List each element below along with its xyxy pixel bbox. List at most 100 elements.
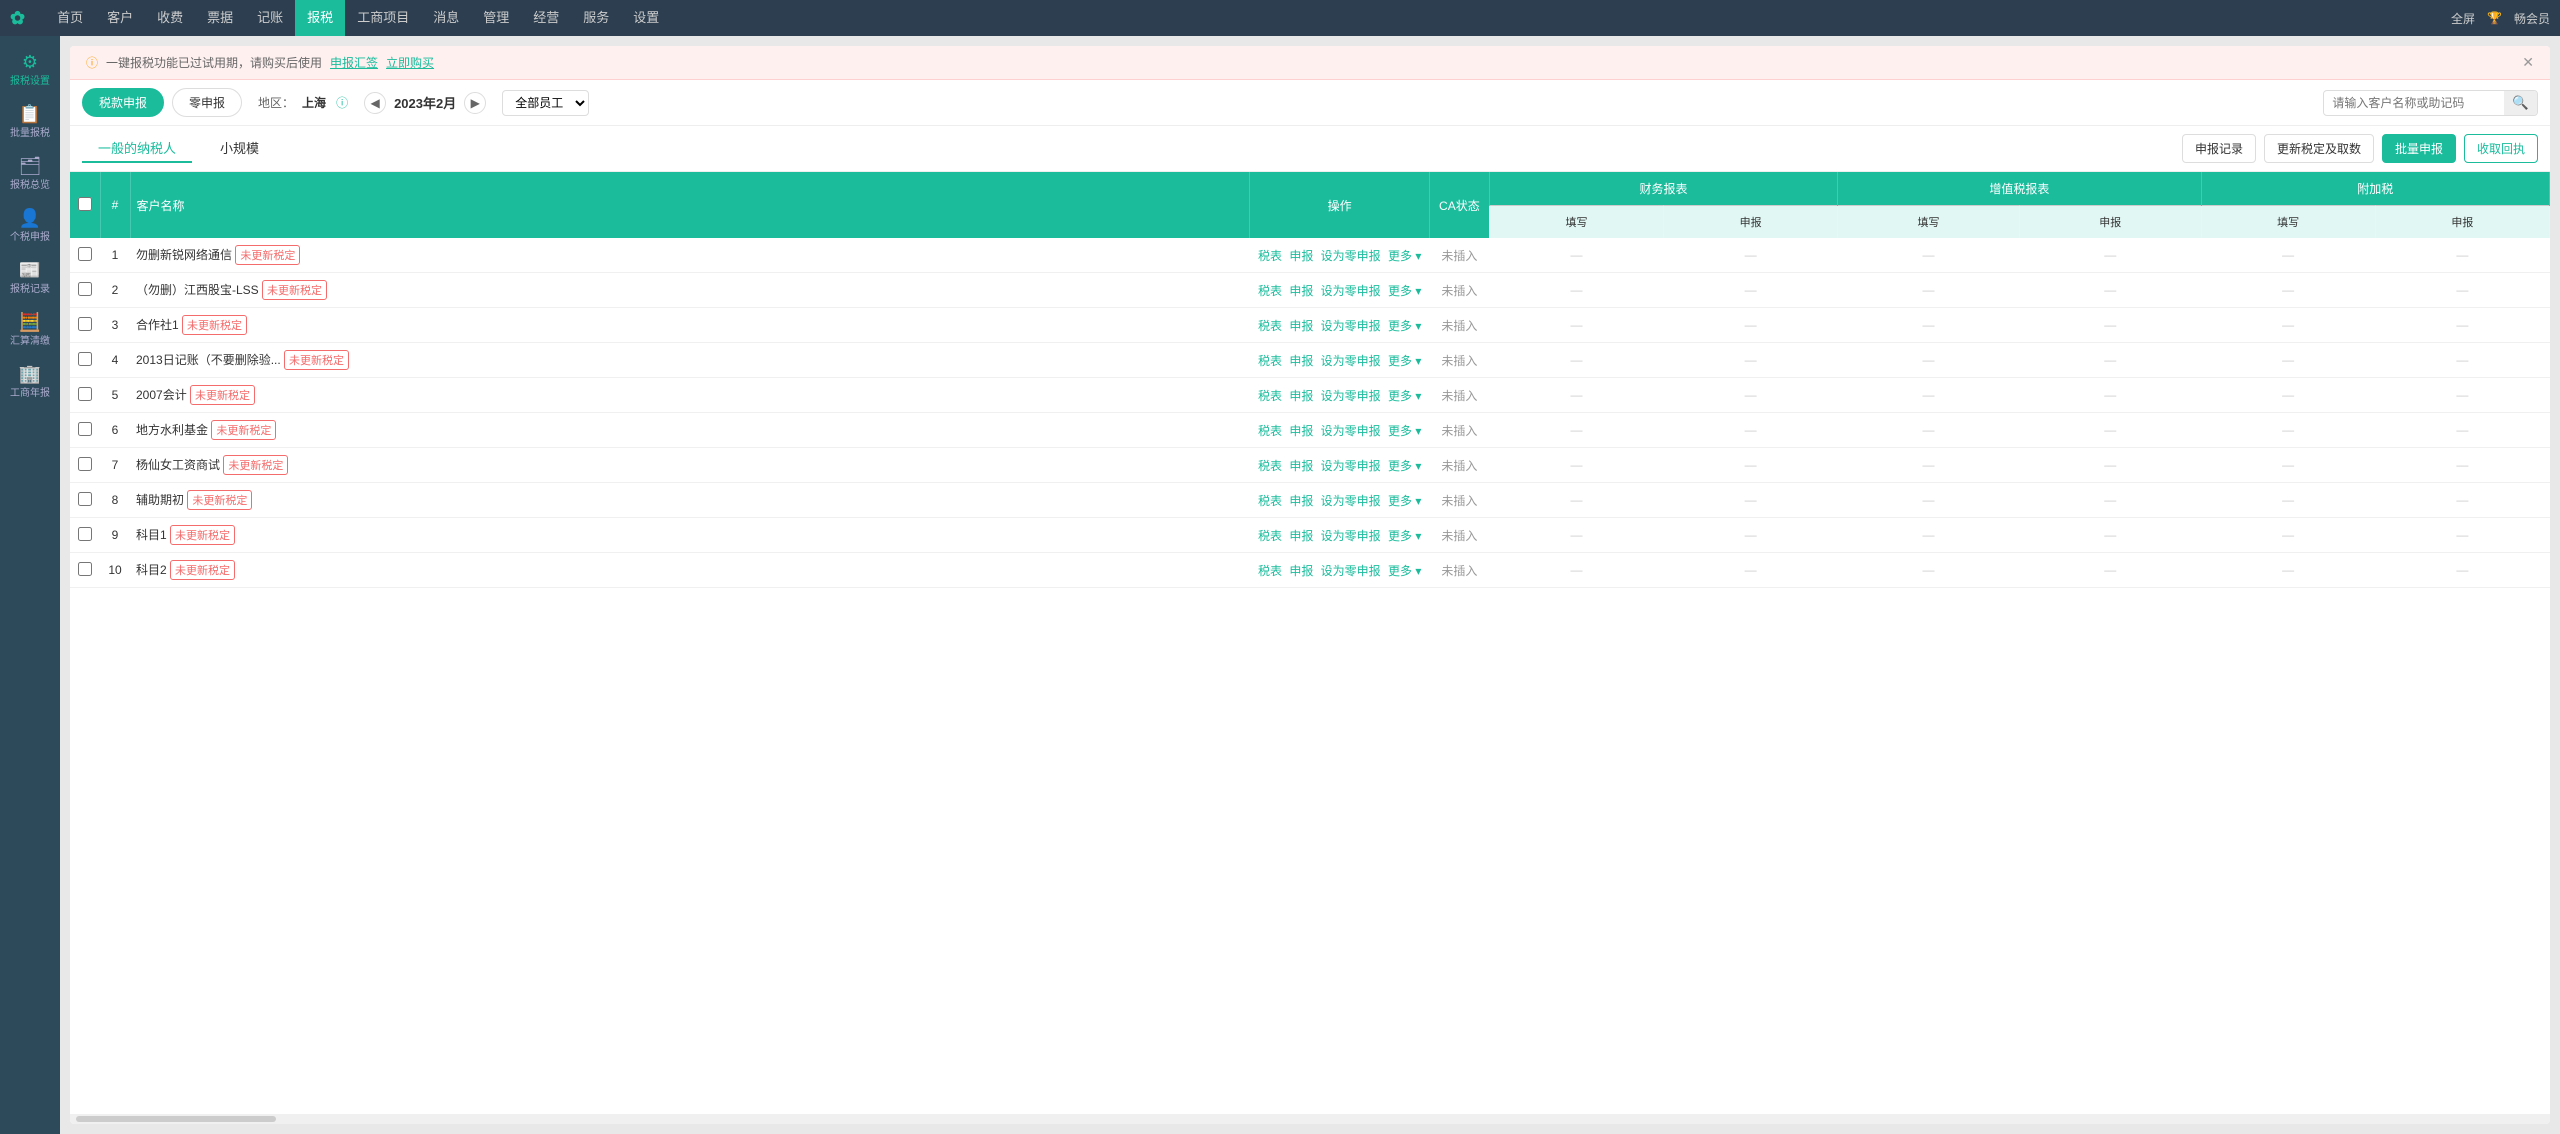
vip-label[interactable]: 畅会员 — [2514, 10, 2550, 27]
op-3[interactable]: 更多 ▾ — [1388, 319, 1421, 333]
nav-operations[interactable]: 经营 — [521, 0, 571, 36]
op-2[interactable]: 设为零申报 — [1321, 249, 1381, 263]
row-checkbox-5[interactable] — [78, 422, 92, 436]
row-checkbox-9[interactable] — [78, 562, 92, 576]
row-checkbox-1[interactable] — [78, 282, 92, 296]
op-3[interactable]: 更多 ▾ — [1388, 529, 1421, 543]
row-checkbox-6[interactable] — [78, 457, 92, 471]
row-checkbox-3[interactable] — [78, 352, 92, 366]
op-1[interactable]: 申报 — [1289, 389, 1313, 403]
nav-billing[interactable]: 收费 — [145, 0, 195, 36]
nav-bookkeeping[interactable]: 记账 — [245, 0, 295, 36]
tag-unset[interactable]: 未更新税定 — [170, 525, 235, 545]
tag-unset[interactable]: 未更新税定 — [235, 245, 300, 265]
sub-tab-general[interactable]: 一般的纳税人 — [82, 134, 192, 163]
op-2[interactable]: 设为零申报 — [1321, 529, 1381, 543]
op-2[interactable]: 设为零申报 — [1321, 319, 1381, 333]
op-1[interactable]: 申报 — [1289, 564, 1313, 578]
sidebar-item-business-report[interactable]: 🏢 工商年报 — [0, 356, 60, 408]
op-0[interactable]: 税表 — [1258, 529, 1282, 543]
op-3[interactable]: 更多 ▾ — [1388, 284, 1421, 298]
op-0[interactable]: 税表 — [1258, 424, 1282, 438]
op-3[interactable]: 更多 ▾ — [1388, 459, 1421, 473]
op-0[interactable]: 税表 — [1258, 249, 1282, 263]
prev-period-btn[interactable]: ◀ — [364, 92, 386, 114]
horizontal-scrollbar[interactable] — [70, 1114, 2550, 1124]
row-checkbox-2[interactable] — [78, 317, 92, 331]
tab-tax-declaration[interactable]: 税款申报 — [82, 88, 164, 117]
tag-unset[interactable]: 未更新税定 — [284, 350, 349, 370]
op-1[interactable]: 申报 — [1289, 459, 1313, 473]
op-1[interactable]: 申报 — [1289, 424, 1313, 438]
nav-tax[interactable]: 报税 — [295, 0, 345, 36]
op-0[interactable]: 税表 — [1258, 354, 1282, 368]
row-checkbox-8[interactable] — [78, 527, 92, 541]
nav-business[interactable]: 工商项目 — [345, 0, 421, 36]
op-1[interactable]: 申报 — [1289, 249, 1313, 263]
row-checkbox-0[interactable] — [78, 247, 92, 261]
op-3[interactable]: 更多 ▾ — [1388, 249, 1421, 263]
op-2[interactable]: 设为零申报 — [1321, 389, 1381, 403]
op-1[interactable]: 申报 — [1289, 284, 1313, 298]
op-2[interactable]: 设为零申报 — [1321, 494, 1381, 508]
scroll-thumb[interactable] — [76, 1116, 276, 1122]
info-icon[interactable]: ⓘ — [336, 94, 348, 111]
sub-tab-small[interactable]: 小规模 — [204, 134, 275, 163]
op-2[interactable]: 设为零申报 — [1321, 354, 1381, 368]
banner-close-btn[interactable]: ✕ — [2522, 54, 2534, 71]
nav-customer[interactable]: 客户 — [95, 0, 145, 36]
tag-unset[interactable]: 未更新税定 — [182, 315, 247, 335]
op-1[interactable]: 申报 — [1289, 319, 1313, 333]
nav-message[interactable]: 消息 — [421, 0, 471, 36]
op-2[interactable]: 设为零申报 — [1321, 424, 1381, 438]
search-button[interactable]: 🔍 — [2504, 91, 2537, 115]
nav-invoice[interactable]: 票据 — [195, 0, 245, 36]
op-1[interactable]: 申报 — [1289, 494, 1313, 508]
sidebar-item-calc-clear[interactable]: 🧮 汇算清缴 — [0, 304, 60, 356]
apply-records-btn[interactable]: 申报记录 — [2182, 134, 2256, 163]
banner-link-apply[interactable]: 申报汇签 — [330, 54, 378, 71]
vip-btn[interactable]: 🏆 — [2487, 11, 2502, 25]
tag-unset[interactable]: 未更新税定 — [190, 385, 255, 405]
sidebar-item-tax-settings[interactable]: ⚙ 报税设置 — [0, 44, 60, 96]
op-0[interactable]: 税表 — [1258, 564, 1282, 578]
op-3[interactable]: 更多 ▾ — [1388, 564, 1421, 578]
tab-zero-declaration[interactable]: 零申报 — [172, 88, 242, 117]
op-0[interactable]: 税表 — [1258, 319, 1282, 333]
banner-link-buy[interactable]: 立即购买 — [386, 54, 434, 71]
sidebar-item-tax-overview[interactable]: 🗂 报税总览 — [0, 148, 60, 200]
op-3[interactable]: 更多 ▾ — [1388, 494, 1421, 508]
sidebar-item-personal-tax[interactable]: 👤 个税申报 — [0, 200, 60, 252]
op-2[interactable]: 设为零申报 — [1321, 459, 1381, 473]
search-input[interactable] — [2324, 92, 2504, 114]
collect-return-btn[interactable]: 收取回执 — [2464, 134, 2538, 163]
next-period-btn[interactable]: ▶ — [464, 92, 486, 114]
update-quota-btn[interactable]: 更新税定及取数 — [2264, 134, 2374, 163]
op-2[interactable]: 设为零申报 — [1321, 284, 1381, 298]
tag-unset[interactable]: 未更新税定 — [262, 280, 327, 300]
tag-unset[interactable]: 未更新税定 — [223, 455, 288, 475]
sidebar-item-tax-records[interactable]: 📰 报税记录 — [0, 252, 60, 304]
row-checkbox-7[interactable] — [78, 492, 92, 506]
tag-unset[interactable]: 未更新税定 — [211, 420, 276, 440]
op-2[interactable]: 设为零申报 — [1321, 564, 1381, 578]
sidebar-item-batch-tax[interactable]: 📋 批量报税 — [0, 96, 60, 148]
op-0[interactable]: 税表 — [1258, 389, 1282, 403]
op-0[interactable]: 税表 — [1258, 494, 1282, 508]
op-3[interactable]: 更多 ▾ — [1388, 354, 1421, 368]
nav-settings[interactable]: 设置 — [621, 0, 671, 36]
op-3[interactable]: 更多 ▾ — [1388, 389, 1421, 403]
tag-unset[interactable]: 未更新税定 — [187, 490, 252, 510]
row-checkbox-4[interactable] — [78, 387, 92, 401]
nav-home[interactable]: 首页 — [45, 0, 95, 36]
tag-unset[interactable]: 未更新税定 — [170, 560, 235, 580]
select-all-checkbox[interactable] — [78, 197, 92, 211]
op-1[interactable]: 申报 — [1289, 529, 1313, 543]
op-1[interactable]: 申报 — [1289, 354, 1313, 368]
nav-service[interactable]: 服务 — [571, 0, 621, 36]
staff-select[interactable]: 全部员工 — [502, 90, 589, 116]
op-0[interactable]: 税表 — [1258, 459, 1282, 473]
op-0[interactable]: 税表 — [1258, 284, 1282, 298]
batch-apply-btn[interactable]: 批量申报 — [2382, 134, 2456, 163]
nav-manage[interactable]: 管理 — [471, 0, 521, 36]
